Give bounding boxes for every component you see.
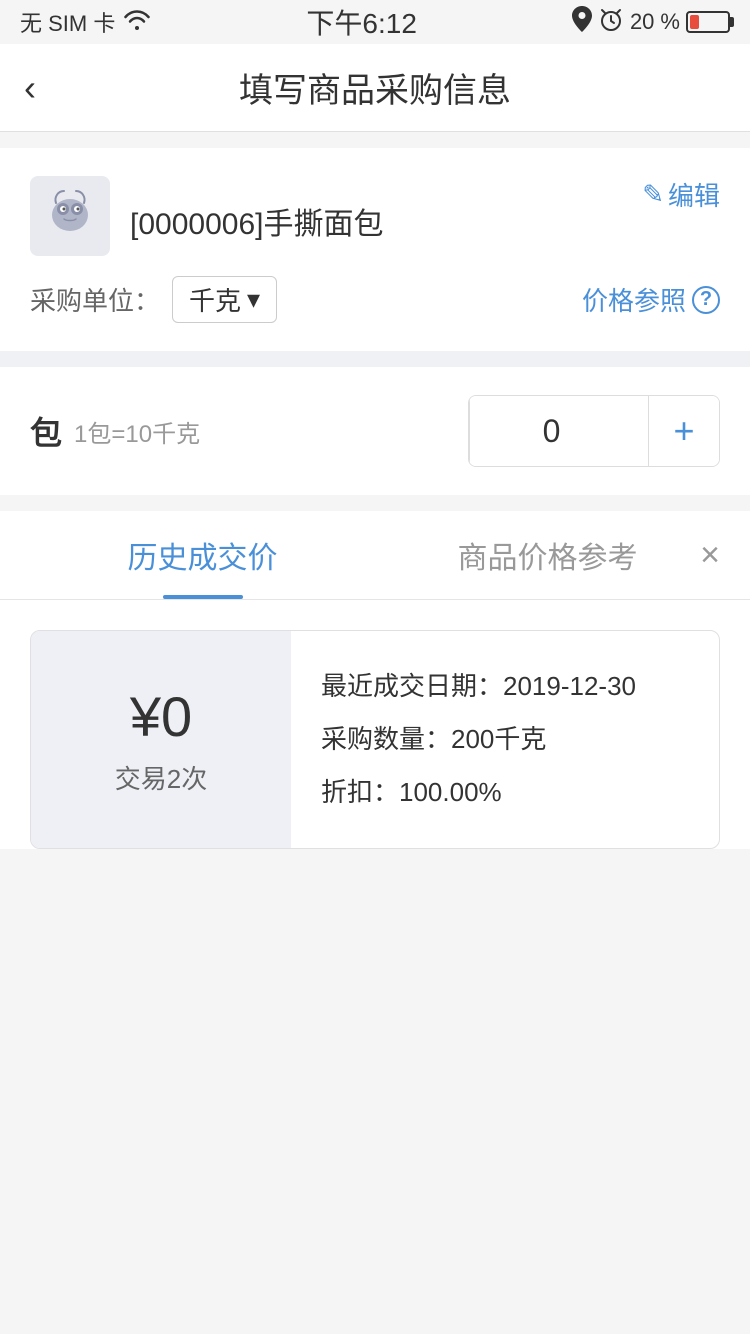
unit-label: 采购单位： [30, 281, 160, 318]
edit-label: 编辑 [668, 176, 720, 213]
unit-badge: 包 [30, 408, 62, 454]
status-time: 下午6:12 [306, 2, 417, 42]
back-button[interactable]: ‹ [24, 67, 36, 109]
wifi-icon [123, 8, 151, 36]
status-carrier: 无 SIM 卡 [20, 6, 151, 38]
status-indicators: 20 % [572, 6, 730, 38]
unit-note: 1包=10千克 [74, 414, 200, 449]
history-card: ¥0 交易2次 最近成交日期：2019-12-30 采购数量：200千克 折扣：… [30, 630, 720, 849]
recent-date-value: 2019-12-30 [503, 671, 636, 701]
product-meta: 采购单位： 千克 ▾ 价格参照 ? [30, 276, 720, 323]
tab-history-label: 历史成交价 [128, 533, 278, 577]
purchase-qty-value: 200千克 [451, 724, 546, 754]
quantity-plus-button[interactable]: + [649, 396, 719, 466]
page-title: 填写商品采购信息 [239, 63, 511, 112]
quantity-controls: + [468, 395, 720, 467]
history-detail: 最近成交日期：2019-12-30 采购数量：200千克 折扣：100.00% [291, 631, 719, 848]
battery-percent: 20 [630, 9, 654, 35]
no-sim-text: 无 SIM 卡 [20, 6, 115, 38]
product-left: [0000006]手撕面包 [30, 176, 383, 256]
quantity-input[interactable] [469, 396, 649, 466]
purchase-qty-row: 采购数量：200千克 [321, 720, 689, 759]
product-thumbnail [30, 176, 110, 256]
chevron-down-icon: ▾ [247, 284, 260, 315]
product-name: [0000006]手撕面包 [130, 189, 383, 243]
battery-icon [686, 11, 730, 33]
section-divider [0, 351, 750, 367]
discount-label: 折扣： [321, 777, 399, 807]
unit-row: 采购单位： 千克 ▾ [30, 276, 277, 323]
product-card: [0000006]手撕面包 ✎ 编辑 采购单位： 千克 ▾ 价格参照 ? [0, 148, 750, 351]
product-header: [0000006]手撕面包 ✎ 编辑 [30, 176, 720, 256]
trade-count: 交易2次 [115, 759, 207, 796]
quantity-row: 包 1包=10千克 + [0, 367, 750, 495]
price-reference-button[interactable]: 价格参照 ? [582, 281, 720, 318]
unit-select-dropdown[interactable]: 千克 ▾ [172, 276, 277, 323]
nav-bar: ‹ 填写商品采购信息 [0, 44, 750, 132]
status-bar: 无 SIM 卡 下午6:12 20 % [0, 0, 750, 44]
product-logo-icon [42, 183, 98, 249]
tab-history-price[interactable]: 历史成交价 [30, 511, 375, 599]
quantity-label: 包 1包=10千克 [30, 408, 200, 454]
discount-row: 折扣：100.00% [321, 773, 689, 812]
alarm-icon [598, 6, 624, 38]
battery-percent-sign: % [660, 9, 680, 35]
price-display: ¥0 [130, 684, 192, 749]
edit-button[interactable]: ✎ 编辑 [642, 176, 720, 213]
panel-tabs: 历史成交价 商品价格参考 × [0, 511, 750, 600]
tab-price-ref-label: 商品价格参考 [458, 533, 638, 577]
close-panel-button[interactable]: × [700, 538, 720, 572]
edit-icon: ✎ [642, 179, 664, 210]
purchase-qty-label: 采购数量： [321, 724, 451, 754]
unit-value: 千克 [189, 281, 241, 318]
location-icon [572, 6, 592, 38]
main-content: 历史成交价 商品价格参考 × ¥0 交易2次 最近成交日期：2019-12-30… [0, 511, 750, 1311]
discount-value: 100.00% [399, 777, 502, 807]
history-price-panel: ¥0 交易2次 [31, 631, 291, 848]
price-ref-label: 价格参照 [582, 281, 686, 318]
price-symbol: ¥ [130, 685, 161, 748]
tab-product-price-ref[interactable]: 商品价格参考 [375, 511, 720, 599]
recent-date-row: 最近成交日期：2019-12-30 [321, 667, 689, 706]
panel-container: 历史成交价 商品价格参考 × ¥0 交易2次 最近成交日期：2019-12-30… [0, 511, 750, 849]
help-icon: ? [692, 286, 720, 314]
price-value: 0 [161, 685, 192, 748]
recent-date-label: 最近成交日期： [321, 671, 503, 701]
